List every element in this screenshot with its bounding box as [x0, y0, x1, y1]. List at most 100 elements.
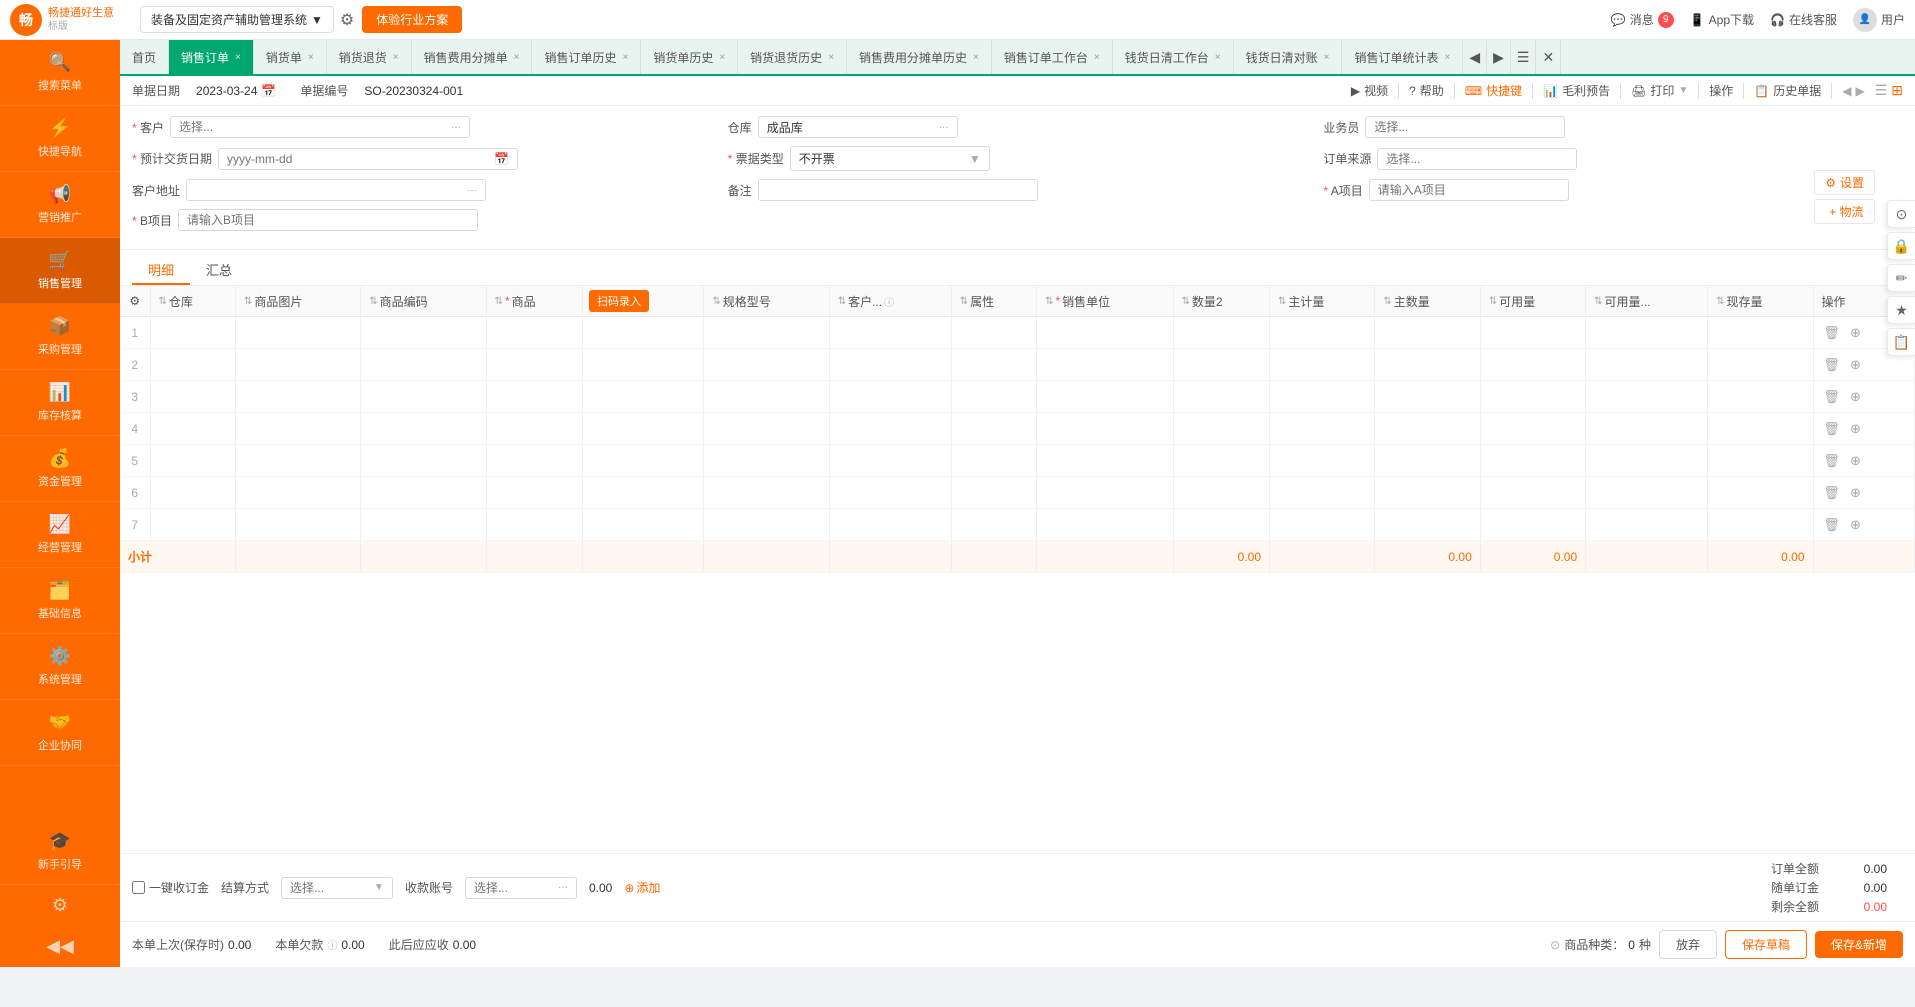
- th-available[interactable]: ⇅ 可用量: [1480, 286, 1585, 317]
- row-3-product[interactable]: [486, 381, 583, 413]
- row-7-spec[interactable]: [704, 509, 829, 541]
- row-2-current-stock[interactable]: [1708, 349, 1813, 381]
- row-1-available2[interactable]: [1586, 317, 1708, 349]
- tab-sales-return-close[interactable]: ×: [308, 52, 314, 63]
- scan-button[interactable]: 扫码录入: [589, 290, 649, 312]
- row-5-available[interactable]: [1480, 445, 1585, 477]
- row-2-product-code[interactable]: [361, 349, 486, 381]
- th-main-quantity[interactable]: ⇅ 主数量: [1375, 286, 1480, 317]
- row-7-copy-btn[interactable]: ⊕: [1846, 515, 1866, 535]
- row-4-delete-btn[interactable]: 🗑: [1822, 419, 1842, 439]
- row-7-quantity2[interactable]: [1173, 509, 1270, 541]
- row-7-customer-code[interactable]: [829, 509, 951, 541]
- row-6-warehouse[interactable]: [150, 477, 235, 509]
- th-quantity2[interactable]: ⇅ 数量2: [1173, 286, 1270, 317]
- agent-field[interactable]: [1365, 116, 1565, 138]
- row-6-product[interactable]: [486, 477, 583, 509]
- row-7-available2[interactable]: [1586, 509, 1708, 541]
- th-available2[interactable]: ⇅ 可用量...: [1586, 286, 1708, 317]
- row-4-quantity2[interactable]: [1173, 413, 1270, 445]
- payment-method-input[interactable]: [290, 881, 370, 895]
- tab-sales-order-stats-close[interactable]: ×: [1444, 52, 1450, 63]
- row-1-quantity2[interactable]: [1173, 317, 1270, 349]
- row-7-main-quantity[interactable]: [1375, 509, 1480, 541]
- sidebar-item-search[interactable]: 🔍 搜索菜单: [0, 40, 120, 106]
- tab-menu-btn[interactable]: ☰: [1511, 40, 1537, 74]
- row-5-product-image[interactable]: [235, 445, 360, 477]
- delivery-date-input[interactable]: [227, 152, 490, 166]
- row-3-main-unit[interactable]: [1270, 381, 1375, 413]
- profit-forecast-btn[interactable]: 📊 毛利预告: [1543, 82, 1610, 99]
- sidebar-item-finance[interactable]: 💰 资金管理: [0, 436, 120, 502]
- tab-cash-daily-workbench[interactable]: 钱货日清工作台 ×: [1113, 40, 1234, 74]
- row-3-available2[interactable]: [1586, 381, 1708, 413]
- row-4-main-unit[interactable]: [1270, 413, 1375, 445]
- help-btn[interactable]: ? 帮助: [1409, 82, 1444, 99]
- warehouse-expand-icon[interactable]: ···: [939, 122, 949, 133]
- row-4-attribute[interactable]: [951, 413, 1036, 445]
- row-5-current-stock[interactable]: [1708, 445, 1813, 477]
- tab-sales-refund-history[interactable]: 销货退货历史 ×: [738, 40, 847, 74]
- th-current-stock[interactable]: ⇅ 现存量: [1708, 286, 1813, 317]
- row-5-customer-code[interactable]: [829, 445, 951, 477]
- settings-button[interactable]: ⚙ 设置: [1814, 170, 1875, 195]
- row-4-current-stock[interactable]: [1708, 413, 1813, 445]
- row-6-delete-btn[interactable]: 🗑: [1822, 483, 1842, 503]
- right-panel-btn-5[interactable]: 📋: [1887, 328, 1915, 356]
- row-4-unit[interactable]: [1037, 413, 1173, 445]
- invoice-type-field[interactable]: 不开票 ▼: [790, 146, 990, 171]
- agent-input[interactable]: [1374, 120, 1556, 134]
- single-date-field[interactable]: 2023-03-24 📅: [196, 84, 276, 98]
- grid-view-icon[interactable]: ⊞: [1891, 82, 1903, 99]
- row-6-quantity2[interactable]: [1173, 477, 1270, 509]
- th-attribute[interactable]: ⇅ 属性: [951, 286, 1036, 317]
- tab-sales-order[interactable]: 销售订单 ×: [169, 40, 254, 74]
- row-2-available[interactable]: [1480, 349, 1585, 381]
- payment-account-expand-icon[interactable]: ···: [558, 882, 568, 893]
- tab-home[interactable]: 首页: [120, 40, 169, 74]
- th-product-code[interactable]: ⇅ 商品编码: [361, 286, 486, 317]
- row-5-copy-btn[interactable]: ⊕: [1846, 451, 1866, 471]
- payment-account-input[interactable]: [474, 881, 554, 895]
- row-5-spec[interactable]: [704, 445, 829, 477]
- prev-record-icon[interactable]: ◀: [1842, 84, 1851, 98]
- row-3-unit[interactable]: [1037, 381, 1173, 413]
- row-3-product-code[interactable]: [361, 381, 486, 413]
- tab-prev-btn[interactable]: ◀: [1463, 40, 1487, 74]
- sidebar-item-quick[interactable]: ⚡ 快捷导航: [0, 106, 120, 172]
- sidebar-item-inventory[interactable]: 📊 库存核算: [0, 370, 120, 436]
- row-6-product-code[interactable]: [361, 477, 486, 509]
- row-1-attribute[interactable]: [951, 317, 1036, 349]
- row-5-product[interactable]: [486, 445, 583, 477]
- tab-sales-order-close[interactable]: ×: [235, 52, 241, 63]
- row-1-product[interactable]: [486, 317, 583, 349]
- row-3-customer-code[interactable]: [829, 381, 951, 413]
- b-project-field[interactable]: [178, 209, 478, 231]
- right-panel-btn-4[interactable]: ★: [1887, 296, 1915, 324]
- tab-cash-daily-reconcile[interactable]: 钱货日清对账 ×: [1234, 40, 1343, 74]
- row-5-unit[interactable]: [1037, 445, 1173, 477]
- invoice-type-dropdown-icon[interactable]: ▼: [969, 152, 981, 166]
- next-record-icon[interactable]: ▶: [1855, 84, 1864, 98]
- row-7-attribute[interactable]: [951, 509, 1036, 541]
- row-1-product-image[interactable]: [235, 317, 360, 349]
- tab-sales-refund-close[interactable]: ×: [393, 52, 399, 63]
- th-scan[interactable]: 扫码录入: [583, 286, 704, 317]
- row-5-attribute[interactable]: [951, 445, 1036, 477]
- row-1-main-unit[interactable]: [1270, 317, 1375, 349]
- sidebar-item-purchase[interactable]: 📦 采购管理: [0, 304, 120, 370]
- th-spec[interactable]: ⇅ 规格型号: [704, 286, 829, 317]
- print-expand-icon[interactable]: ▼: [1678, 85, 1688, 96]
- row-7-product-image[interactable]: [235, 509, 360, 541]
- row-6-main-unit[interactable]: [1270, 477, 1375, 509]
- tab-sales-fee-history[interactable]: 销售费用分摊单历史 ×: [847, 40, 992, 74]
- th-product[interactable]: ⇅ * 商品: [486, 286, 583, 317]
- row-1-current-stock[interactable]: [1708, 317, 1813, 349]
- sidebar-item-enterprise[interactable]: 🤝 企业协同: [0, 700, 120, 766]
- sidebar-expand-button[interactable]: ⚙: [0, 885, 120, 926]
- customer-field[interactable]: ···: [170, 116, 470, 138]
- operations-btn[interactable]: 操作: [1709, 82, 1733, 99]
- tab-summary[interactable]: 汇总: [190, 256, 248, 285]
- tab-sales-fee-history-close[interactable]: ×: [973, 52, 979, 63]
- table-settings-icon[interactable]: ⚙: [129, 294, 140, 308]
